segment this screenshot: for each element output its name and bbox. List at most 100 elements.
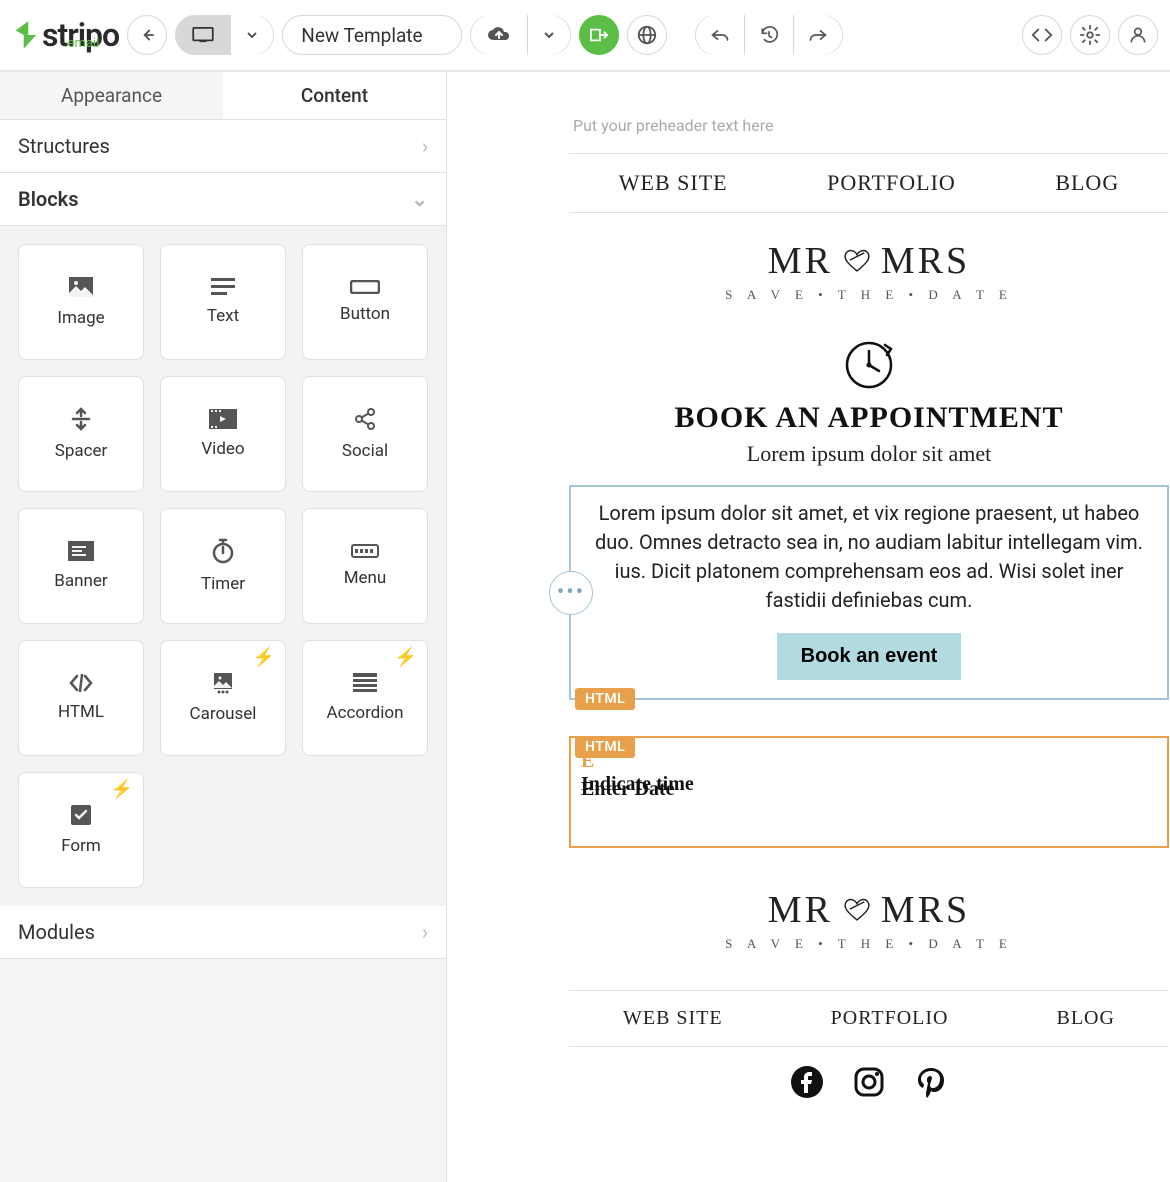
blocks-grid: Image Text Button Spacer Video Social Ba…: [0, 226, 446, 906]
bolt-icon: ⚡: [253, 647, 275, 668]
nav-website[interactable]: WEB SITE: [619, 170, 728, 196]
block-accordion[interactable]: ⚡Accordion: [302, 640, 428, 756]
block-label: Menu: [344, 568, 387, 588]
block-spacer[interactable]: Spacer: [18, 376, 144, 492]
heart-icon: [839, 247, 875, 275]
template-name-label: New Template: [301, 24, 422, 47]
email-nav-footer: WEB SITE PORTFOLIO BLOG: [569, 990, 1169, 1047]
overlay-char: E: [581, 750, 594, 772]
cloud-save-button[interactable]: [471, 15, 528, 55]
social-icons-row: [569, 1047, 1169, 1117]
block-label: Form: [61, 836, 101, 856]
paragraph-text: Lorem ipsum dolor sit amet, et vix regio…: [583, 499, 1155, 615]
html-tag-badge: HTML: [575, 688, 635, 710]
top-toolbar: stripo .email New Template: [0, 0, 1170, 72]
clock-icon: [841, 335, 897, 391]
account-button[interactable]: [1118, 15, 1158, 55]
sidebar-tabs: Appearance Content: [0, 72, 446, 120]
form-html-block[interactable]: HTML Enter Date Enter Date Indicate time: [569, 736, 1169, 848]
appointment-headline: BOOK AN APPOINTMENT: [569, 401, 1169, 435]
banner-icon: [68, 541, 94, 561]
preheader-placeholder: Put your preheader text here: [573, 116, 773, 135]
accordion-structures[interactable]: Structures ›: [0, 120, 446, 173]
block-carousel[interactable]: ⚡ Carousel: [160, 640, 286, 756]
sidebar: Appearance Content Structures › Blocks ⌄…: [0, 72, 447, 1182]
nav-portfolio-footer[interactable]: PORTFOLIO: [831, 1007, 949, 1030]
instagram-icon[interactable]: [852, 1065, 886, 1099]
brand-right: MRS: [881, 888, 970, 932]
pinterest-icon[interactable]: [914, 1065, 948, 1099]
block-social[interactable]: Social: [302, 376, 428, 492]
desktop-view-button[interactable]: [176, 15, 231, 55]
enter-date-label: Enter Date: [581, 778, 675, 801]
block-label: Text: [207, 306, 239, 326]
block-more-button[interactable]: •••: [549, 571, 593, 615]
button-icon: [350, 280, 380, 294]
nav-website-footer[interactable]: WEB SITE: [623, 1007, 723, 1030]
block-label: Spacer: [55, 441, 108, 461]
menu-icon: [351, 544, 379, 558]
block-form[interactable]: ⚡ Form: [18, 772, 144, 888]
preheader-field[interactable]: Put your preheader text here: [569, 110, 1169, 153]
html-icon: [68, 674, 94, 692]
history-button[interactable]: [745, 15, 794, 55]
accordion-modules[interactable]: Modules ›: [0, 906, 446, 959]
email-nav-top: WEB SITE PORTFOLIO BLOG: [569, 153, 1169, 213]
heart-icon: [839, 896, 875, 924]
block-image[interactable]: Image: [18, 244, 144, 360]
accordion-blocks[interactable]: Blocks ⌄: [0, 173, 446, 226]
canvas[interactable]: Put your preheader text here WEB SITE PO…: [447, 72, 1170, 1182]
history-group: [695, 15, 843, 55]
block-label: Carousel: [190, 704, 257, 724]
block-label: Timer: [201, 574, 245, 594]
save-dropdown-button[interactable]: [528, 15, 570, 55]
block-text[interactable]: Text: [160, 244, 286, 360]
code-button[interactable]: [1022, 15, 1062, 55]
block-timer[interactable]: Timer: [160, 508, 286, 624]
block-menu[interactable]: Menu: [302, 508, 428, 624]
logo-mark-icon: [12, 19, 40, 51]
text-icon: [211, 278, 235, 296]
nav-portfolio[interactable]: PORTFOLIO: [827, 170, 956, 196]
book-event-button[interactable]: Book an event: [777, 633, 962, 680]
appointment-subheadline: Lorem ipsum dolor sit amet: [569, 441, 1169, 467]
block-label: Image: [57, 308, 104, 328]
template-name-button[interactable]: New Template: [282, 15, 462, 55]
tab-appearance-label: Appearance: [61, 84, 162, 107]
appointment-section: BOOK AN APPOINTMENT Lorem ipsum dolor si…: [569, 317, 1169, 475]
block-label: Accordion: [327, 703, 404, 723]
accordion-icon: [353, 673, 377, 693]
block-label: Button: [340, 304, 390, 324]
block-video[interactable]: Video: [160, 376, 286, 492]
view-mode-dropdown-button[interactable]: [231, 15, 273, 55]
block-html[interactable]: HTML: [18, 640, 144, 756]
brand-left: MR: [768, 239, 833, 283]
brand-header: MR MRS S A V E • T H E • D A T E: [569, 213, 1169, 317]
view-mode-toggle: [175, 15, 274, 55]
brand-right: MRS: [881, 239, 970, 283]
logo: stripo .email: [12, 16, 99, 54]
export-button[interactable]: [579, 15, 619, 55]
nav-blog-footer[interactable]: BLOG: [1057, 1007, 1115, 1030]
block-banner[interactable]: Banner: [18, 508, 144, 624]
redo-button[interactable]: [794, 15, 842, 55]
back-button[interactable]: [127, 15, 167, 55]
form-icon: [70, 804, 92, 826]
selected-html-block[interactable]: ••• Lorem ipsum dolor sit amet, et vix r…: [569, 485, 1169, 700]
tab-content[interactable]: Content: [223, 72, 446, 119]
nav-blog[interactable]: BLOG: [1055, 170, 1119, 196]
tab-content-label: Content: [301, 84, 368, 107]
brand-tagline: S A V E • T H E • D A T E: [569, 936, 1169, 952]
block-label: Social: [342, 441, 388, 461]
facebook-icon[interactable]: [790, 1065, 824, 1099]
bolt-icon: ⚡: [111, 779, 133, 800]
preview-web-button[interactable]: [627, 15, 667, 55]
video-icon: [209, 409, 237, 429]
undo-button[interactable]: [696, 15, 745, 55]
book-event-label: Book an event: [801, 645, 938, 667]
tab-appearance[interactable]: Appearance: [0, 72, 223, 119]
settings-button[interactable]: [1070, 15, 1110, 55]
block-button[interactable]: Button: [302, 244, 428, 360]
logo-subtext: .email: [64, 36, 99, 51]
carousel-icon: [210, 672, 236, 694]
